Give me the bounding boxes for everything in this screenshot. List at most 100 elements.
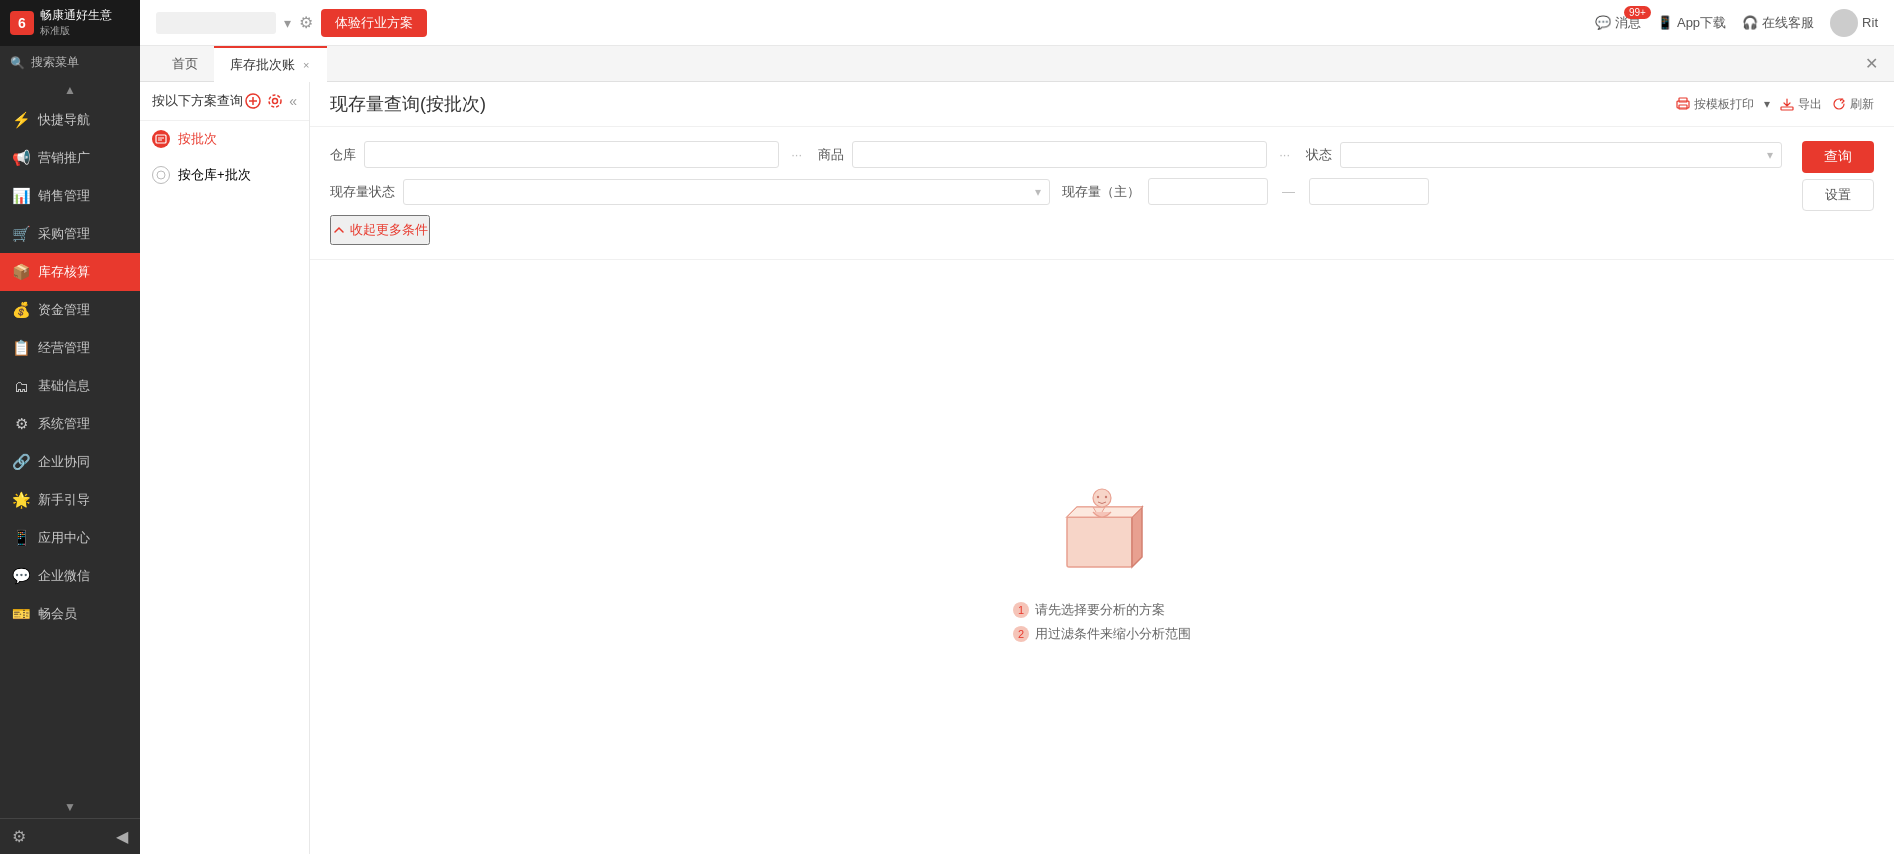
print-template-btn[interactable]: 按模板打印: [1676, 96, 1754, 113]
tab-close-btn[interactable]: ×: [301, 59, 311, 71]
collapse-more-btn[interactable]: 收起更多条件: [330, 215, 430, 245]
header-left: ▾ ⚙ 体验行业方案: [156, 9, 427, 37]
sidebar-item-label: 库存核算: [38, 263, 90, 281]
sidebar-item-system[interactable]: ⚙ 系统管理: [0, 405, 140, 443]
header-gear-button[interactable]: ⚙: [299, 13, 313, 32]
title-actions: 按模板打印 ▾ 导出 刷新: [1676, 96, 1874, 113]
inventory-status-select[interactable]: ▾: [403, 179, 1050, 205]
inventory-batch-label: 库存批次账: [230, 56, 295, 74]
empty-hints: 1 请先选择要分析的方案 2 用过滤条件来缩小分析范围: [1013, 601, 1191, 643]
filter-add-btn[interactable]: [245, 93, 261, 109]
close-top-btn[interactable]: ✕: [1865, 54, 1878, 73]
query-button[interactable]: 查询: [1802, 141, 1874, 173]
sidebar-item-label: 快捷导航: [38, 111, 90, 129]
print-dropdown-btn[interactable]: ▾: [1764, 97, 1770, 111]
qty-dash: —: [1282, 184, 1295, 199]
sidebar-item-quick-nav[interactable]: ⚡ 快捷导航: [0, 101, 140, 139]
action-buttons: 查询 设置: [1802, 141, 1874, 211]
sidebar-item-operations[interactable]: 📋 经营管理: [0, 329, 140, 367]
page-title: 现存量查询(按批次): [330, 92, 486, 116]
sidebar-item-label: 销售管理: [38, 187, 90, 205]
experience-button[interactable]: 体验行业方案: [321, 9, 427, 37]
app-subtitle: 标准版: [40, 24, 112, 38]
sidebar-item-purchase[interactable]: 🛒 采购管理: [0, 215, 140, 253]
warehouse-batch-scheme-label: 按仓库+批次: [178, 166, 251, 184]
settings-footer-icon[interactable]: ⚙: [12, 827, 26, 846]
sidebar-item-sales[interactable]: 📊 销售管理: [0, 177, 140, 215]
product-more-btn[interactable]: ···: [1275, 147, 1294, 162]
messages-action[interactable]: 💬 消息 99+: [1595, 14, 1641, 32]
warehouse-batch-icon: [156, 170, 166, 180]
headset-icon: 🎧: [1742, 15, 1758, 30]
sidebar-scroll-down[interactable]: ▼: [62, 798, 78, 816]
appstore-icon: 📱: [12, 529, 30, 547]
tab-inventory-batch[interactable]: 库存批次账 ×: [214, 46, 327, 82]
export-icon: [1780, 97, 1794, 111]
user-action[interactable]: Rit: [1830, 9, 1878, 37]
sidebar-item-newbie[interactable]: 🌟 新手引导: [0, 481, 140, 519]
svg-point-19: [1097, 495, 1099, 497]
warehouse-more-btn[interactable]: ···: [787, 147, 806, 162]
batch-icon: [155, 133, 167, 145]
filter-collapse-btn[interactable]: «: [289, 93, 297, 109]
inventory-qty-min-input[interactable]: [1148, 178, 1268, 205]
avatar: [1830, 9, 1858, 37]
app-download-action[interactable]: 📱 App下载: [1657, 14, 1726, 32]
sidebar-item-label: 企业协同: [38, 453, 90, 471]
sidebar-item-label: 资金管理: [38, 301, 90, 319]
finance-icon: 💰: [12, 301, 30, 319]
app-download-label: App下载: [1677, 14, 1726, 32]
top-header: ▾ ⚙ 体验行业方案 💬 消息 99+ 📱 App下载 🎧 在线客服 Rit: [140, 0, 1894, 46]
filter-scheme-batch[interactable]: 按批次: [140, 121, 309, 157]
filter-panel-header: 按以下方案查询: [140, 82, 309, 121]
sidebar-item-finance[interactable]: 💰 资金管理: [0, 291, 140, 329]
inventory-qty-max-input[interactable]: [1309, 178, 1429, 205]
sidebar-item-membership[interactable]: 🎫 畅会员: [0, 595, 140, 633]
online-service-action[interactable]: 🎧 在线客服: [1742, 14, 1814, 32]
sidebar-item-appstore[interactable]: 📱 应用中心: [0, 519, 140, 557]
print-icon: [1676, 97, 1690, 111]
warehouse-input[interactable]: [364, 141, 779, 168]
basics-icon: 🗂: [12, 377, 30, 395]
filter-panel-title: 按以下方案查询: [152, 92, 243, 110]
product-filter: 商品 ···: [818, 141, 1294, 168]
dropdown-button[interactable]: ▾: [284, 15, 291, 31]
inventory-icon: 📦: [12, 263, 30, 281]
sidebar-search[interactable]: 🔍 搜索菜单: [0, 46, 140, 79]
sidebar-item-marketing[interactable]: 📢 营销推广: [0, 139, 140, 177]
product-input[interactable]: [852, 141, 1267, 168]
message-icon: 💬: [1595, 15, 1611, 30]
breadcrumb-input[interactable]: [156, 12, 276, 34]
export-btn[interactable]: 导出: [1780, 96, 1822, 113]
sidebar-footer: ⚙ ◀: [0, 818, 140, 854]
sidebar-item-inventory[interactable]: 📦 库存核算: [0, 253, 140, 291]
hint-text-1: 请先选择要分析的方案: [1035, 601, 1165, 619]
messages-badge: 99+: [1624, 6, 1651, 19]
nav-items: ⚡ 快捷导航 📢 营销推广 📊 销售管理 🛒 采购管理 📦 库存核算 💰 资金管…: [0, 101, 140, 796]
inventory-status-label: 现存量状态: [330, 183, 395, 201]
status-select[interactable]: ▾: [1340, 142, 1782, 168]
svg-rect-10: [1679, 98, 1687, 102]
header-right: 💬 消息 99+ 📱 App下载 🎧 在线客服 Rit: [1595, 9, 1878, 37]
page-title-bar: 现存量查询(按批次) 按模板打印 ▾: [310, 82, 1894, 127]
filter-settings-btn[interactable]: [267, 93, 283, 109]
hint-text-2: 用过滤条件来缩小分析范围: [1035, 625, 1191, 643]
settings-button[interactable]: 设置: [1802, 179, 1874, 211]
sidebar-item-enterprise[interactable]: 🔗 企业协同: [0, 443, 140, 481]
tab-bar: 首页 库存批次账 × ✕: [140, 46, 1894, 82]
sidebar-header: 6 畅康通好生意 标准版: [0, 0, 140, 46]
svg-rect-12: [1781, 107, 1793, 110]
refresh-btn[interactable]: 刷新: [1832, 96, 1874, 113]
filter-scheme-warehouse-batch[interactable]: 按仓库+批次: [140, 157, 309, 193]
warehouse-filter: 仓库 ···: [330, 141, 806, 168]
sidebar-scroll-up[interactable]: ▲: [62, 81, 78, 99]
add-icon: [245, 93, 261, 109]
tab-home[interactable]: 首页: [156, 47, 214, 81]
collapse-icon: «: [289, 93, 297, 109]
hint-num-2: 2: [1013, 626, 1029, 642]
sidebar-item-wechat[interactable]: 💬 企业微信: [0, 557, 140, 595]
collapse-sidebar-btn[interactable]: ◀: [116, 827, 128, 846]
sidebar-item-basics[interactable]: 🗂 基础信息: [0, 367, 140, 405]
search-label: 搜索菜单: [31, 54, 79, 71]
warehouse-batch-scheme-icon: [152, 166, 170, 184]
